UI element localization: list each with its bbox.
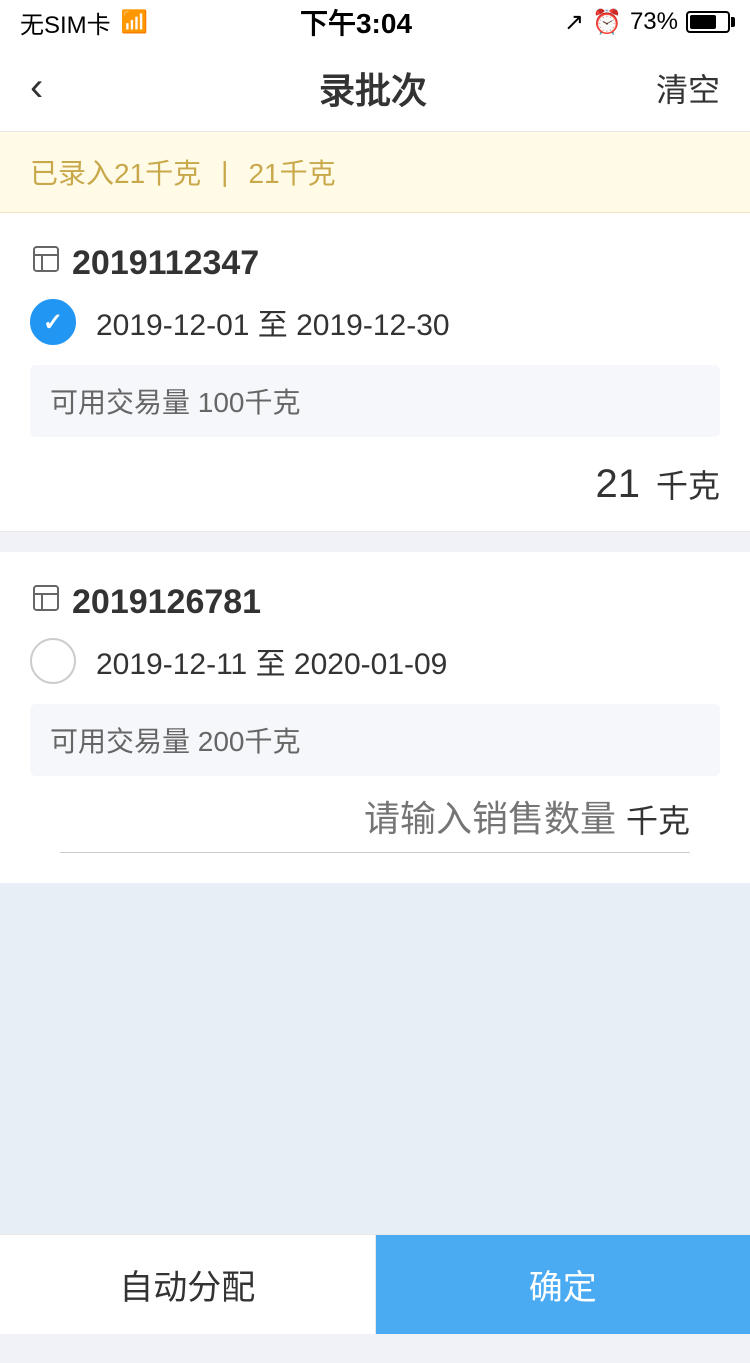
batch-card-2: 2019126781 2019-12-11 至 2020-01-09 可用交易量… bbox=[0, 552, 750, 883]
page-title: 录批次 bbox=[319, 62, 427, 114]
batch-2-id: 2019126781 bbox=[72, 583, 261, 622]
batch-1-available: 可用交易量 100千克 bbox=[30, 365, 720, 437]
info-banner: 已录入21千克 | 21千克 bbox=[0, 132, 750, 213]
batch-card-1-inner: 2019112347 2019-12-01 至 2019-12-30 bbox=[0, 213, 750, 345]
batch-1-icon bbox=[30, 243, 62, 283]
batch-2-radio[interactable] bbox=[30, 638, 76, 684]
batch-1-amount-value: 21 bbox=[595, 462, 640, 507]
status-bar: 无SIM卡 📶 下午3:04 ↗ ⏰ 73% bbox=[0, 0, 750, 44]
batch-2-quantity-input[interactable] bbox=[60, 798, 616, 840]
batch-1-date-row[interactable]: 2019-12-01 至 2019-12-30 bbox=[30, 299, 720, 345]
content-wrapper: 已录入21千克 | 21千克 2019112347 2019-12-01 至 2… bbox=[0, 132, 750, 1363]
batch-2-input-area: 千克 bbox=[0, 776, 750, 883]
banner-divider: | bbox=[221, 156, 228, 188]
batch-1-header: 2019112347 bbox=[30, 243, 720, 283]
batch-2-date-row[interactable]: 2019-12-11 至 2020-01-09 bbox=[30, 638, 720, 684]
banner-value: 21千克 bbox=[248, 152, 335, 192]
status-time: 下午3:04 bbox=[300, 2, 412, 42]
back-button[interactable]: ‹ bbox=[30, 65, 90, 110]
location-icon: ↗ bbox=[564, 8, 584, 37]
nav-bar: ‹ 录批次 清空 bbox=[0, 44, 750, 132]
confirm-button[interactable]: 确定 bbox=[376, 1235, 750, 1334]
clear-button[interactable]: 清空 bbox=[656, 65, 720, 111]
battery-icon bbox=[686, 11, 730, 33]
batch-2-date: 2019-12-11 至 2020-01-09 bbox=[96, 639, 447, 683]
batch-2-input-underline: 千克 bbox=[60, 796, 690, 853]
alarm-icon: ⏰ bbox=[592, 8, 622, 37]
batch-1-id: 2019112347 bbox=[72, 244, 259, 283]
batch-2-available: 可用交易量 200千克 bbox=[30, 704, 720, 776]
batch-card-2-inner: 2019126781 2019-12-11 至 2020-01-09 bbox=[0, 552, 750, 684]
auto-distribute-button[interactable]: 自动分配 bbox=[0, 1235, 376, 1334]
batch-2-icon bbox=[30, 582, 62, 622]
status-left: 无SIM卡 📶 bbox=[20, 5, 148, 40]
wifi-icon: 📶 bbox=[121, 9, 148, 35]
status-right: ↗ ⏰ 73% bbox=[564, 8, 730, 37]
batch-1-date: 2019-12-01 至 2019-12-30 bbox=[96, 300, 450, 344]
no-sim-label: 无SIM卡 bbox=[20, 5, 111, 40]
batch-2-unit: 千克 bbox=[626, 796, 690, 842]
card-separator-1 bbox=[0, 532, 750, 552]
batch-1-amount-unit: 千克 bbox=[656, 461, 720, 507]
battery-percent: 73% bbox=[630, 8, 678, 36]
batch-card-1: 2019112347 2019-12-01 至 2019-12-30 可用交易量… bbox=[0, 213, 750, 532]
batch-2-header: 2019126781 bbox=[30, 582, 720, 622]
empty-area bbox=[0, 883, 750, 1263]
batch-1-amount-row: 21 千克 bbox=[0, 437, 750, 532]
footer: 自动分配 确定 bbox=[0, 1234, 750, 1334]
batch-1-radio[interactable] bbox=[30, 299, 76, 345]
recorded-amount-label: 已录入21千克 bbox=[30, 152, 201, 192]
